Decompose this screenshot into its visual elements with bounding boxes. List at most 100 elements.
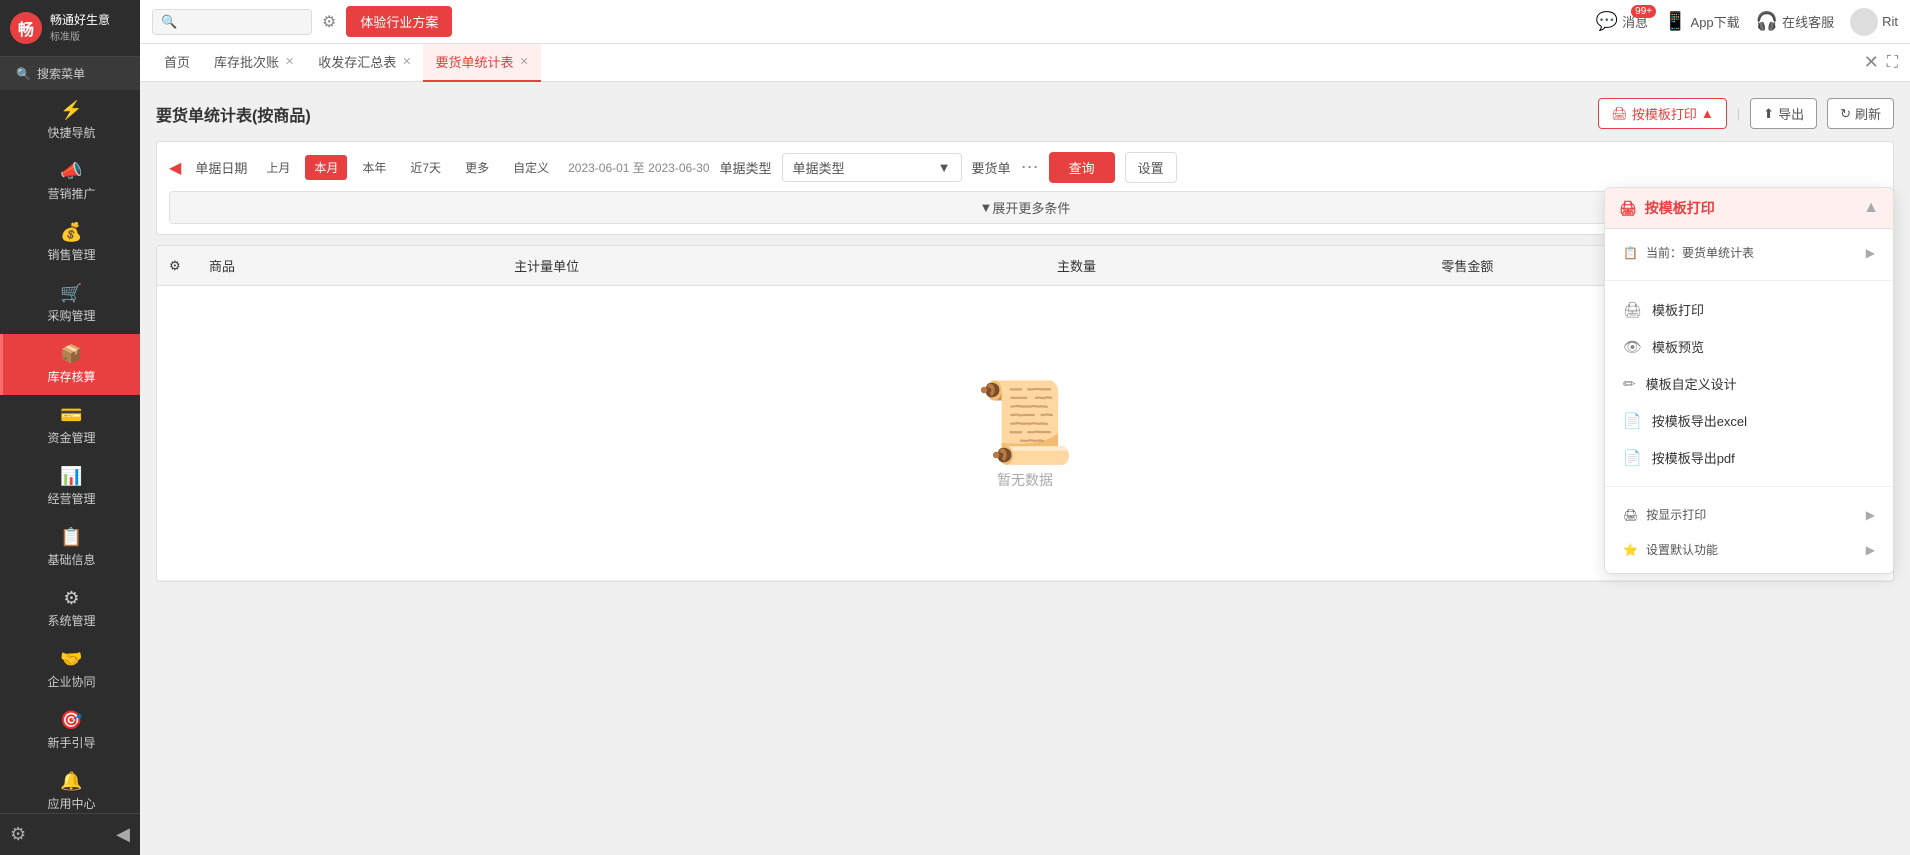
app-download-label: App下载 — [1691, 12, 1740, 31]
print-dropdown-panel: 🖨 按模板打印 ▲ 📋 当前：要货单统计表 ▶ 🖨 模板打印 — [1604, 187, 1894, 574]
print-arrow-icon: ▲ — [1701, 106, 1714, 121]
date-btn-current-month[interactable]: 本月 — [305, 155, 347, 180]
sidebar-item-label: 基础信息 — [47, 551, 95, 568]
tab-order-stats[interactable]: 要货单统计表 ✕ — [423, 44, 540, 82]
sidebar-item-marketing[interactable]: 📣 营销推广 — [0, 151, 140, 212]
date-btn-more[interactable]: 更多 — [456, 155, 498, 180]
type-select-arrow: ▼ — [938, 160, 951, 175]
expand-icon: ▼ — [980, 200, 993, 215]
dropdown-item-export-excel[interactable]: 📄 按模板导出excel — [1605, 402, 1893, 439]
dropdown-item-template-print[interactable]: 🖨 模板打印 — [1605, 291, 1893, 328]
filter-row-1: ◀ 单据日期 上月 本月 本年 近7天 更多 自定义 2023-06-01 至 … — [169, 152, 1881, 183]
collab-icon: 🤝 — [60, 649, 82, 670]
type-label: 单据类型 — [720, 158, 772, 177]
sidebar-item-quick-nav[interactable]: ⚡ 快捷导航 — [0, 90, 140, 151]
guide-icon: 🎯 — [60, 710, 82, 731]
print-label: 按模板打印 — [1632, 104, 1697, 123]
trial-button[interactable]: 体验行业方案 — [346, 6, 452, 37]
type-select[interactable]: 单据类型 ▼ — [782, 153, 962, 182]
refresh-label: 刷新 — [1855, 104, 1881, 123]
online-service-button[interactable]: 🎧 在线客服 — [1756, 11, 1834, 32]
appstore-icon: 🔔 — [60, 771, 82, 792]
current-icon: 📋 — [1623, 246, 1638, 260]
goods-label: 要货单 — [972, 158, 1011, 177]
filter-more-icon[interactable]: ⋯ — [1021, 157, 1039, 178]
refresh-icon: ↻ — [1840, 106, 1851, 122]
sidebar-item-sales[interactable]: 💰 销售管理 — [0, 212, 140, 273]
table-header-settings[interactable]: ⚙ — [157, 246, 197, 286]
sidebar-item-basic[interactable]: 📋 基础信息 — [0, 517, 140, 578]
tab-inventory-batch-label: 库存批次账 — [214, 52, 279, 71]
user-avatar-area[interactable]: Rit — [1850, 8, 1898, 36]
dropdown-divider-1 — [1605, 280, 1893, 281]
sidebar-bottom: ⚙ ◀ — [0, 813, 140, 855]
dropdown-item-template-preview[interactable]: 👁 模板预览 — [1605, 328, 1893, 365]
expand-label: 展开更多条件 — [992, 198, 1070, 217]
topbar-gear-icon[interactable]: ⚙ — [322, 12, 336, 32]
date-label: 单据日期 — [195, 158, 247, 177]
date-btn-current-year[interactable]: 本年 — [353, 155, 395, 180]
sidebar-item-operations[interactable]: 📊 经营管理 — [0, 456, 140, 517]
finance-icon: 💳 — [60, 405, 82, 426]
sidebar-item-collab[interactable]: 🤝 企业协同 — [0, 639, 140, 700]
filter-dates: 上月 本月 本年 近7天 更多 自定义 2023-06-01 至 2023-06… — [257, 155, 709, 180]
sidebar-item-label: 新手引导 — [47, 734, 95, 751]
messages-button[interactable]: 💬 消息 99+ — [1596, 11, 1648, 32]
sidebar-item-system[interactable]: ⚙ 系统管理 — [0, 578, 140, 639]
sidebar-item-label: 应用中心 — [47, 795, 95, 812]
table-header-quantity: 主数量 — [1045, 246, 1429, 286]
dropdown-close-button[interactable]: ▲ — [1863, 199, 1879, 217]
template-print-icon: 🖨 — [1623, 301, 1642, 319]
dropdown-set-default[interactable]: ⭐ 设置默认功能 ▶ — [1605, 532, 1893, 567]
sidebar-item-label: 企业协同 — [47, 673, 95, 690]
topbar-search-box[interactable]: 🔍 — [152, 9, 312, 35]
tab-receipt-summary[interactable]: 收发存汇总表 ✕ — [306, 44, 423, 82]
user-name: Rit — [1882, 14, 1898, 29]
date-btn-7days[interactable]: 近7天 — [401, 155, 450, 180]
sidebar-item-purchase[interactable]: 🛒 采购管理 — [0, 273, 140, 334]
print-icon: 🖨 — [1611, 106, 1628, 122]
tab-home[interactable]: 首页 — [152, 44, 202, 82]
tab-inventory-batch[interactable]: 库存批次账 ✕ — [202, 44, 306, 82]
tab-window-close-icon[interactable]: ✕ — [1864, 52, 1879, 73]
tabs-bar: 首页 库存批次账 ✕ 收发存汇总表 ✕ 要货单统计表 ✕ ✕ ⛶ — [140, 44, 1910, 82]
date-btn-last-month[interactable]: 上月 — [257, 155, 299, 180]
tab-fullscreen-icon[interactable]: ⛶ — [1887, 54, 1898, 72]
dropdown-current-label: 当前：要货单统计表 — [1646, 244, 1754, 261]
sidebar-item-finance[interactable]: 💳 资金管理 — [0, 395, 140, 456]
tab-receipt-summary-close[interactable]: ✕ — [402, 55, 411, 68]
refresh-button[interactable]: ↻ 刷新 — [1827, 98, 1894, 129]
filter-settings-button[interactable]: 设置 — [1125, 152, 1177, 183]
collapse-icon[interactable]: ◀ — [116, 824, 130, 845]
template-design-icon: ✏ — [1623, 375, 1636, 393]
table-header-goods: 商品 — [197, 246, 502, 286]
date-btn-custom[interactable]: 自定义 — [504, 155, 558, 180]
display-print-icon: 🖨 — [1623, 508, 1638, 522]
tab-inventory-batch-close[interactable]: ✕ — [285, 55, 294, 68]
sidebar-item-label: 采购管理 — [47, 307, 95, 324]
print-button[interactable]: 🖨 按模板打印 ▲ — [1598, 98, 1726, 129]
query-button[interactable]: 查询 — [1049, 152, 1115, 183]
sidebar-search[interactable]: 🔍 搜索菜单 — [0, 57, 140, 90]
dropdown-item-template-design[interactable]: ✏ 模板自定义设计 — [1605, 365, 1893, 402]
topbar-search-icon: 🔍 — [161, 14, 177, 30]
page-actions: 🖨 按模板打印 ▲ | ⬆ 导出 ↻ 刷新 — [1598, 98, 1894, 129]
headset-icon: 🎧 — [1756, 11, 1778, 32]
app-download-button[interactable]: 📱 App下载 — [1664, 11, 1740, 32]
tab-order-stats-close[interactable]: ✕ — [520, 55, 529, 68]
dropdown-display-print[interactable]: 🖨 按显示打印 ▶ — [1605, 497, 1893, 532]
basic-icon: 📋 — [60, 527, 82, 548]
sidebar-item-appstore[interactable]: 🔔 应用中心 — [0, 761, 140, 813]
export-button[interactable]: ⬆ 导出 — [1750, 98, 1817, 129]
dropdown-current-item[interactable]: 📋 当前：要货单统计表 ▶ — [1605, 235, 1893, 270]
set-default-label: 设置默认功能 — [1646, 541, 1718, 558]
dropdown-item-export-pdf[interactable]: 📄 按模板导出pdf — [1605, 439, 1893, 476]
topbar-search-input[interactable] — [177, 15, 297, 29]
filter-collapse-icon[interactable]: ◀ — [169, 158, 181, 178]
settings-icon[interactable]: ⚙ — [10, 824, 26, 845]
sidebar-item-guide[interactable]: 🎯 新手引导 — [0, 700, 140, 761]
quick-nav-icon: ⚡ — [60, 100, 82, 121]
sidebar-item-inventory[interactable]: 📦 库存核算 — [0, 334, 140, 395]
action-divider: | — [1737, 106, 1740, 121]
purchase-icon: 🛒 — [60, 283, 82, 304]
